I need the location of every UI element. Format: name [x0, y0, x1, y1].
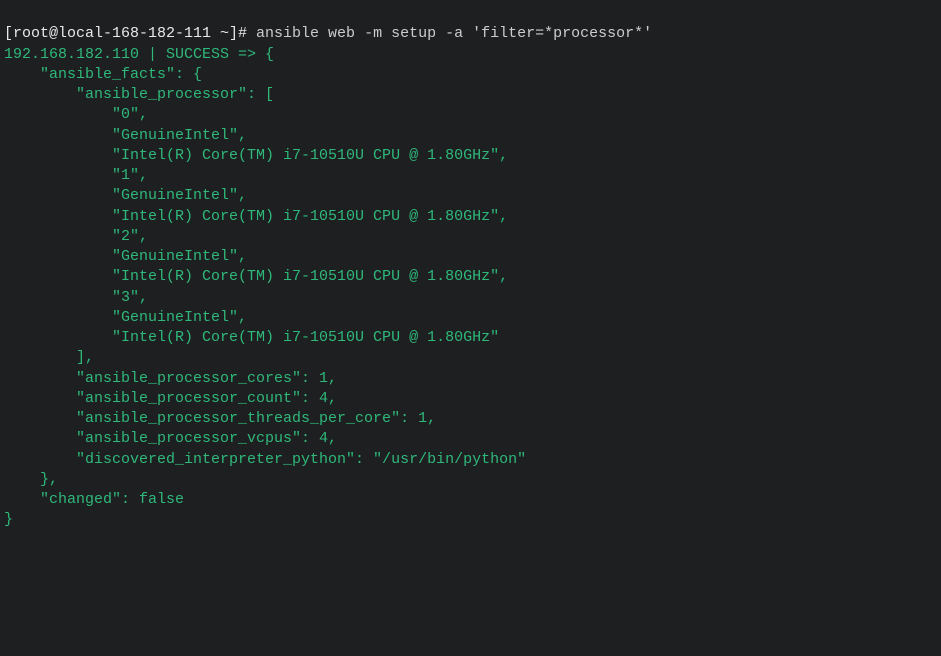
fact-ansible_processor_cores: "ansible_processor_cores": 1,	[4, 369, 937, 389]
ansible-processor-item: "GenuineIntel",	[4, 308, 937, 328]
result-header: 192.168.182.110 | SUCCESS => {	[4, 45, 937, 65]
fact-discovered_interpreter_python: "discovered_interpreter_python": "/usr/b…	[4, 450, 937, 470]
ansible-processor-item: "Intel(R) Core(TM) i7-10510U CPU @ 1.80G…	[4, 267, 937, 287]
ansible-processor-item: "Intel(R) Core(TM) i7-10510U CPU @ 1.80G…	[4, 146, 937, 166]
ansible-processor-item: "GenuineIntel",	[4, 126, 937, 146]
fact-ansible_processor_threads_per_core: "ansible_processor_threads_per_core": 1,	[4, 409, 937, 429]
ansible-facts-close: },	[4, 470, 937, 490]
terminal-output: [root@local-168-182-111 ~]# ansible web …	[4, 24, 937, 530]
prompt-line: [root@local-168-182-111 ~]# ansible web …	[4, 24, 937, 44]
ansible-processor-item: "3",	[4, 288, 937, 308]
fact-ansible_processor_vcpus: "ansible_processor_vcpus": 4,	[4, 429, 937, 449]
ansible-processor-item: "Intel(R) Core(TM) i7-10510U CPU @ 1.80G…	[4, 328, 937, 348]
ansible-processor-item: "0",	[4, 105, 937, 125]
ansible-processor-item: "1",	[4, 166, 937, 186]
ansible-facts-open: "ansible_facts": {	[4, 65, 937, 85]
ansible-processor-item: "GenuineIntel",	[4, 186, 937, 206]
ansible-processor-item: "Intel(R) Core(TM) i7-10510U CPU @ 1.80G…	[4, 207, 937, 227]
fact-ansible_processor_count: "ansible_processor_count": 4,	[4, 389, 937, 409]
ansible-processor-item: "2",	[4, 227, 937, 247]
ansible-processor-close: ],	[4, 348, 937, 368]
ansible-processor-open: "ansible_processor": [	[4, 85, 937, 105]
changed-line: "changed": false	[4, 490, 937, 510]
ansible-processor-item: "GenuineIntel",	[4, 247, 937, 267]
result-close: }	[4, 510, 937, 530]
